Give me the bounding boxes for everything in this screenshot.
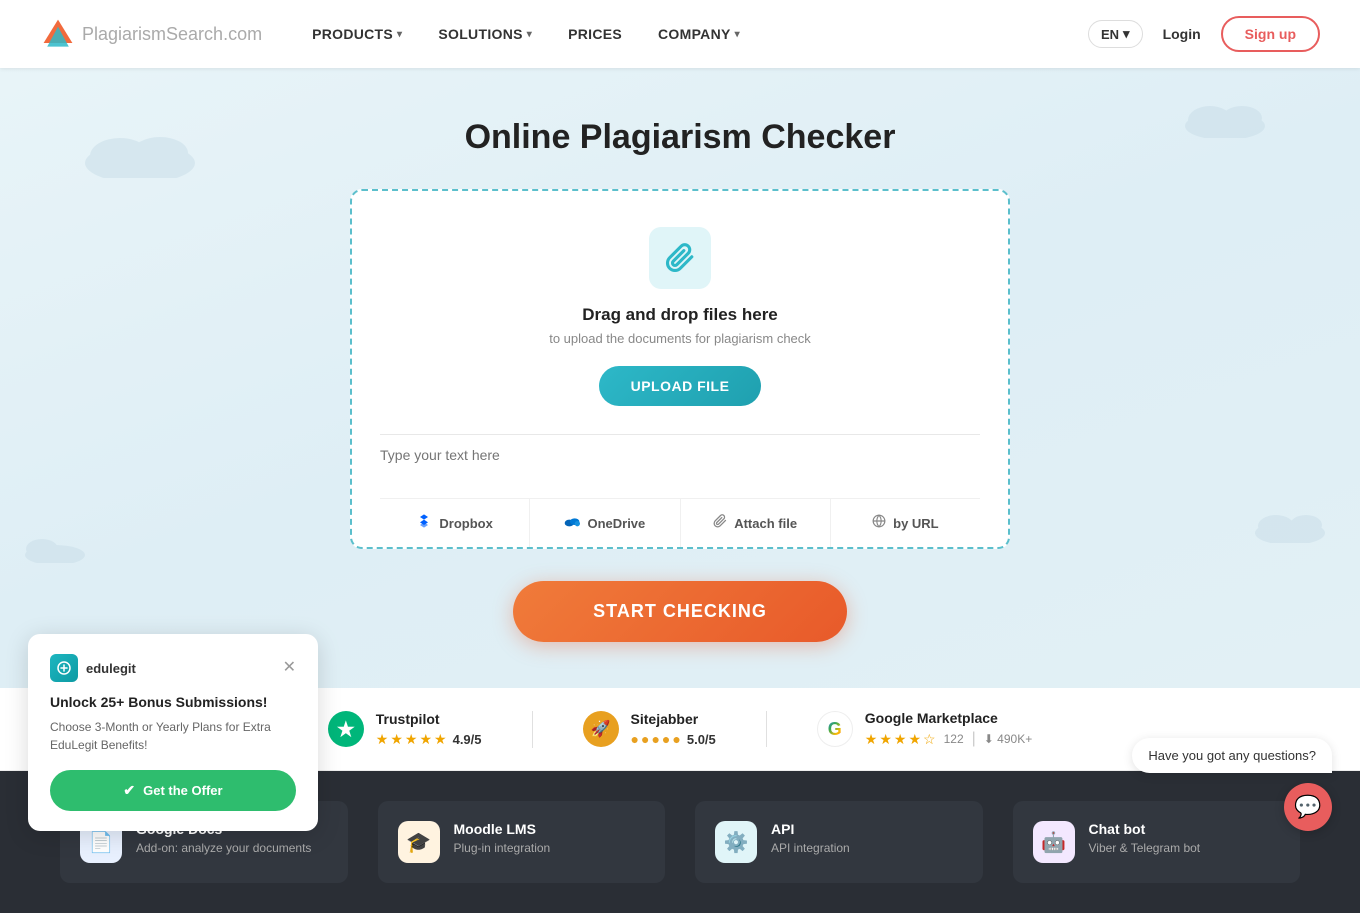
drag-drop-subtitle: to upload the documents for plagiarism c…	[549, 331, 811, 346]
google-docs-sub: Add-on: analyze your documents	[136, 841, 311, 855]
google-stars: ★ ★ ★ ★ ☆	[865, 731, 936, 748]
nav-prices[interactable]: PRICES	[568, 26, 622, 42]
cloud-decoration	[20, 533, 90, 568]
globe-icon	[872, 514, 886, 532]
drag-drop-title: Drag and drop files here	[582, 305, 778, 325]
api-icon: ⚙️	[715, 821, 757, 863]
api-title: API	[771, 821, 850, 837]
attach-file-button[interactable]: Attach file	[681, 499, 831, 547]
close-icon[interactable]: ✕	[283, 660, 296, 676]
moodle-icon: 🎓	[398, 821, 440, 863]
attach-row: Dropbox OneDrive Attach file by URL	[380, 498, 980, 547]
popup-description: Choose 3-Month or Yearly Plans for Extra…	[50, 718, 296, 754]
nav-menu: PRODUCTS ▾ SOLUTIONS ▾ PRICES COMPANY ▾	[312, 26, 1088, 42]
nav-company[interactable]: COMPANY ▾	[658, 26, 740, 42]
cloud-decoration	[1180, 98, 1270, 143]
edulegit-icon	[50, 654, 78, 682]
google-name: Google Marketplace	[865, 710, 1032, 726]
google-marketplace-rating: G Google Marketplace ★ ★ ★ ★ ☆ 122 | ⬇ 4…	[767, 710, 1082, 748]
upload-file-button[interactable]: UPLOAD FILE	[599, 366, 762, 406]
signup-button[interactable]: Sign up	[1221, 16, 1320, 52]
by-url-button[interactable]: by URL	[831, 499, 980, 547]
paperclip-icon	[713, 514, 727, 532]
onedrive-icon	[564, 513, 580, 533]
trustpilot-icon: ★	[328, 711, 364, 747]
sitejabber-name: Sitejabber	[631, 711, 716, 727]
get-offer-button[interactable]: ✔ Get the Offer	[50, 770, 296, 811]
chevron-down-icon: ▾	[397, 29, 402, 40]
google-icon: G	[817, 711, 853, 747]
nav-solutions[interactable]: SOLUTIONS ▾	[438, 26, 532, 42]
api-sub: API integration	[771, 841, 850, 855]
promo-popup: edulegit ✕ Unlock 25+ Bonus Submissions!…	[28, 634, 318, 831]
chat-button[interactable]: 💬	[1284, 783, 1332, 831]
attach-file-label: Attach file	[734, 516, 797, 531]
cloud-decoration	[1250, 508, 1330, 548]
popup-header: edulegit ✕	[50, 654, 296, 682]
chevron-down-icon: ▾	[735, 29, 740, 40]
sitejabber-rating: 🚀 Sitejabber ● ● ● ● ● 5.0/5	[533, 711, 767, 747]
dropbox-label: Dropbox	[439, 516, 492, 531]
onedrive-button[interactable]: OneDrive	[530, 499, 680, 547]
language-selector[interactable]: EN ▾	[1088, 20, 1143, 48]
chat-bubble: Have you got any questions?	[1132, 738, 1332, 773]
google-downloads: ⬇ 490K+	[984, 732, 1032, 746]
moodle-title: Moodle LMS	[454, 821, 551, 837]
start-checking-button[interactable]: START CHECKING	[513, 581, 847, 642]
popup-brand-name: edulegit	[86, 661, 136, 676]
text-input-section	[380, 434, 980, 498]
text-input[interactable]	[380, 447, 980, 493]
chatbot-sub: Viber & Telegram bot	[1089, 841, 1201, 855]
sitejabber-stars: ● ● ● ● ●	[631, 731, 681, 747]
upload-icon	[649, 227, 711, 289]
page-title: Online Plagiarism Checker	[465, 118, 896, 157]
moodle-sub: Plug-in integration	[454, 841, 551, 855]
popup-title: Unlock 25+ Bonus Submissions!	[50, 694, 296, 710]
cloud-decoration	[80, 128, 200, 183]
popup-brand: edulegit	[50, 654, 136, 682]
chevron-down-icon: ▾	[1123, 26, 1130, 42]
trustpilot-score: 4.9/5	[453, 732, 482, 747]
google-count: 122	[944, 732, 964, 746]
logo[interactable]: PlagiarismSearch.com	[40, 16, 262, 52]
onedrive-label: OneDrive	[587, 516, 645, 531]
sitejabber-score: 5.0/5	[687, 732, 716, 747]
chat-widget: Have you got any questions? 💬	[1132, 738, 1332, 831]
navbar-right: EN ▾ Login Sign up	[1088, 16, 1320, 52]
trustpilot-name: Trustpilot	[376, 711, 482, 727]
upload-dropzone[interactable]: Drag and drop files here to upload the d…	[380, 227, 980, 434]
trustpilot-stars: ★ ★ ★ ★ ★	[376, 731, 447, 748]
nav-products[interactable]: PRODUCTS ▾	[312, 26, 402, 42]
navbar: PlagiarismSearch.com PRODUCTS ▾ SOLUTION…	[0, 0, 1360, 68]
sitejabber-icon: 🚀	[583, 711, 619, 747]
chevron-down-icon: ▾	[527, 29, 532, 40]
dropbox-button[interactable]: Dropbox	[380, 499, 530, 547]
by-url-label: by URL	[893, 516, 939, 531]
login-button[interactable]: Login	[1163, 26, 1201, 42]
api-item[interactable]: ⚙️ API API integration	[695, 801, 983, 883]
dropbox-icon	[416, 513, 432, 533]
upload-box: Drag and drop files here to upload the d…	[350, 189, 1010, 549]
chatbot-icon: 🤖	[1033, 821, 1075, 863]
hero-section: Online Plagiarism Checker Drag and drop …	[0, 68, 1360, 688]
brand-name: PlagiarismSearch.com	[82, 24, 262, 45]
moodle-item[interactable]: 🎓 Moodle LMS Plug-in integration	[378, 801, 666, 883]
check-icon: ✔	[123, 782, 135, 799]
